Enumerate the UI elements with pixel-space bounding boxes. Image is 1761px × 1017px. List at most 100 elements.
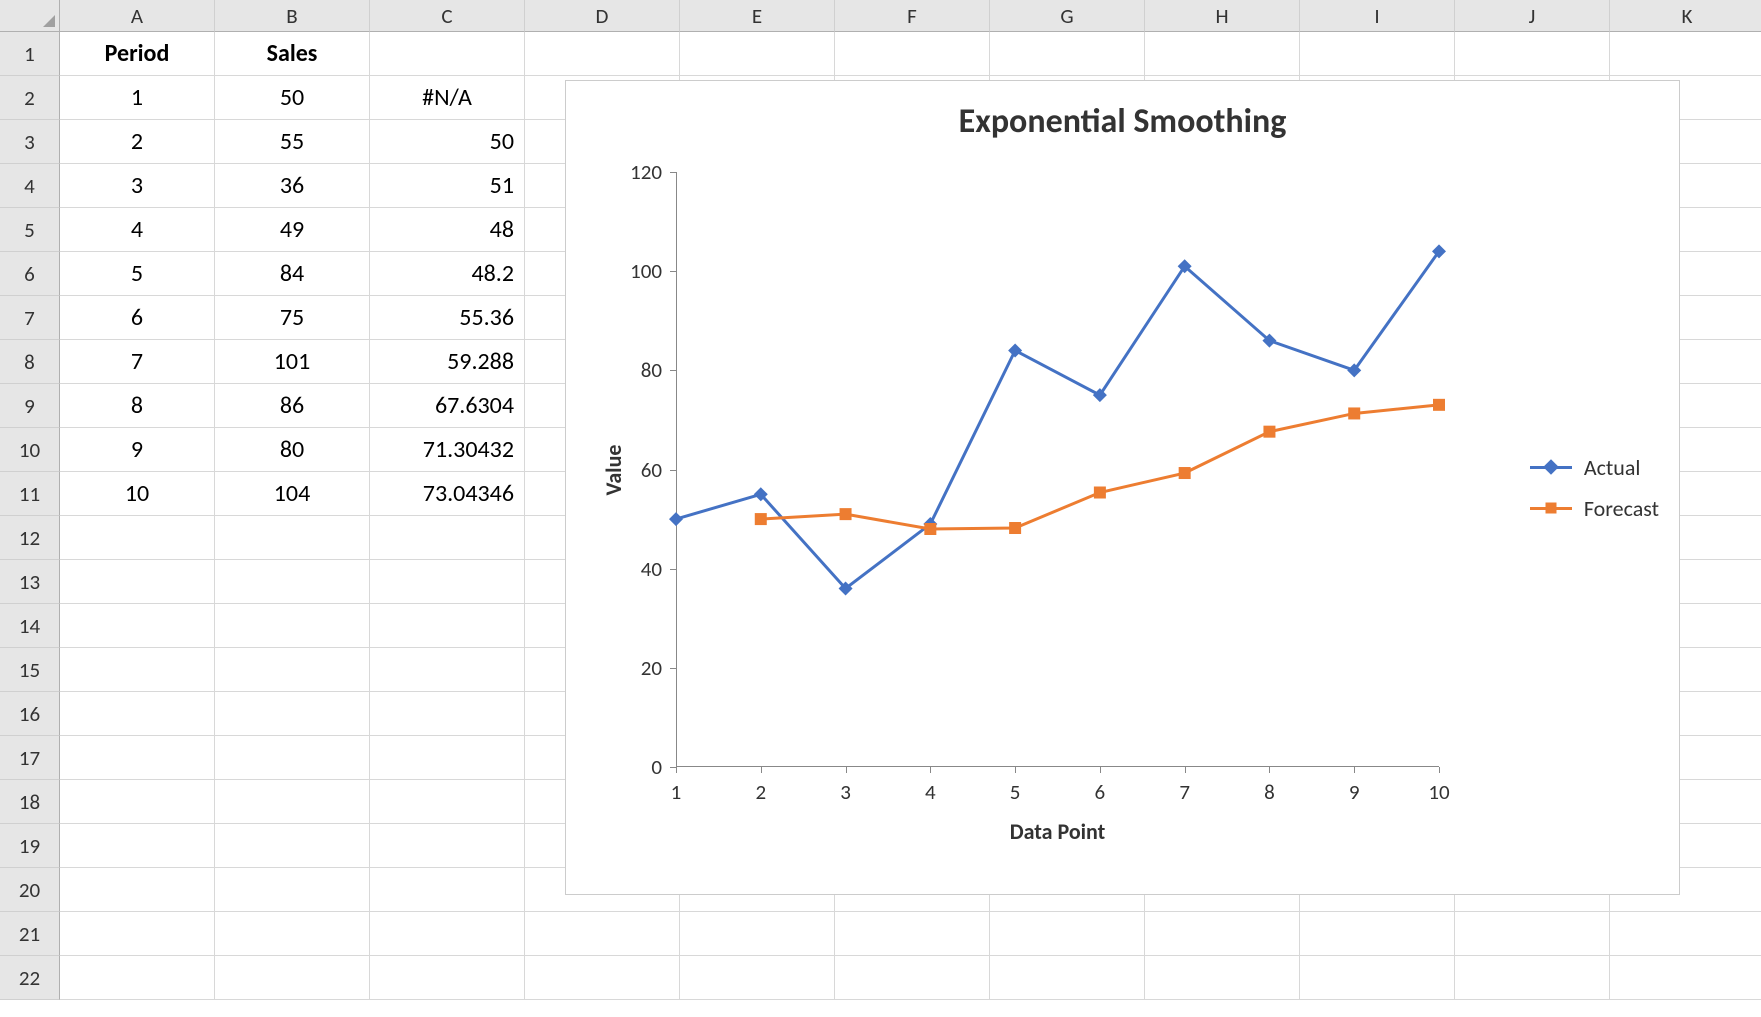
cell-E22[interactable] bbox=[680, 956, 835, 1000]
cell-K1[interactable] bbox=[1610, 32, 1761, 76]
cell-C11[interactable]: 73.04346 bbox=[370, 472, 525, 516]
cell-B7[interactable]: 75 bbox=[215, 296, 370, 340]
cell-C15[interactable] bbox=[370, 648, 525, 692]
cell-A19[interactable] bbox=[60, 824, 215, 868]
row-header-22[interactable]: 22 bbox=[0, 956, 60, 1000]
cell-B13[interactable] bbox=[215, 560, 370, 604]
cell-C4[interactable]: 51 bbox=[370, 164, 525, 208]
cell-G21[interactable] bbox=[990, 912, 1145, 956]
cell-C8[interactable]: 59.288 bbox=[370, 340, 525, 384]
cell-C18[interactable] bbox=[370, 780, 525, 824]
cell-C10[interactable]: 71.30432 bbox=[370, 428, 525, 472]
cell-C12[interactable] bbox=[370, 516, 525, 560]
cell-J1[interactable] bbox=[1455, 32, 1610, 76]
cell-D21[interactable] bbox=[525, 912, 680, 956]
row-header-12[interactable]: 12 bbox=[0, 516, 60, 560]
col-header-J[interactable]: J bbox=[1455, 0, 1610, 32]
row-header-10[interactable]: 10 bbox=[0, 428, 60, 472]
cell-A17[interactable] bbox=[60, 736, 215, 780]
cell-A20[interactable] bbox=[60, 868, 215, 912]
cell-C19[interactable] bbox=[370, 824, 525, 868]
col-header-H[interactable]: H bbox=[1145, 0, 1300, 32]
cell-A10[interactable]: 9 bbox=[60, 428, 215, 472]
cell-A13[interactable] bbox=[60, 560, 215, 604]
cell-I22[interactable] bbox=[1300, 956, 1455, 1000]
cell-A12[interactable] bbox=[60, 516, 215, 560]
cell-B1[interactable]: Sales bbox=[215, 32, 370, 76]
cell-B20[interactable] bbox=[215, 868, 370, 912]
cell-C16[interactable] bbox=[370, 692, 525, 736]
col-header-C[interactable]: C bbox=[370, 0, 525, 32]
row-header-7[interactable]: 7 bbox=[0, 296, 60, 340]
cell-C22[interactable] bbox=[370, 956, 525, 1000]
row-header-5[interactable]: 5 bbox=[0, 208, 60, 252]
row-header-13[interactable]: 13 bbox=[0, 560, 60, 604]
cell-F22[interactable] bbox=[835, 956, 990, 1000]
row-header-18[interactable]: 18 bbox=[0, 780, 60, 824]
cell-I21[interactable] bbox=[1300, 912, 1455, 956]
cell-B14[interactable] bbox=[215, 604, 370, 648]
cell-B8[interactable]: 101 bbox=[215, 340, 370, 384]
cell-A8[interactable]: 7 bbox=[60, 340, 215, 384]
cell-A14[interactable] bbox=[60, 604, 215, 648]
col-header-G[interactable]: G bbox=[990, 0, 1145, 32]
col-header-K[interactable]: K bbox=[1610, 0, 1761, 32]
cell-B4[interactable]: 36 bbox=[215, 164, 370, 208]
row-header-16[interactable]: 16 bbox=[0, 692, 60, 736]
cell-A5[interactable]: 4 bbox=[60, 208, 215, 252]
row-header-17[interactable]: 17 bbox=[0, 736, 60, 780]
cell-C20[interactable] bbox=[370, 868, 525, 912]
cell-A11[interactable]: 10 bbox=[60, 472, 215, 516]
col-header-B[interactable]: B bbox=[215, 0, 370, 32]
cell-B18[interactable] bbox=[215, 780, 370, 824]
cell-B22[interactable] bbox=[215, 956, 370, 1000]
row-header-3[interactable]: 3 bbox=[0, 120, 60, 164]
cell-H21[interactable] bbox=[1145, 912, 1300, 956]
cell-C17[interactable] bbox=[370, 736, 525, 780]
cell-A21[interactable] bbox=[60, 912, 215, 956]
cell-A3[interactable]: 2 bbox=[60, 120, 215, 164]
cell-I1[interactable] bbox=[1300, 32, 1455, 76]
row-header-21[interactable]: 21 bbox=[0, 912, 60, 956]
cell-A9[interactable]: 8 bbox=[60, 384, 215, 428]
row-header-4[interactable]: 4 bbox=[0, 164, 60, 208]
cell-C1[interactable] bbox=[370, 32, 525, 76]
col-header-D[interactable]: D bbox=[525, 0, 680, 32]
cell-B6[interactable]: 84 bbox=[215, 252, 370, 296]
cell-C6[interactable]: 48.2 bbox=[370, 252, 525, 296]
col-header-A[interactable]: A bbox=[60, 0, 215, 32]
cell-F21[interactable] bbox=[835, 912, 990, 956]
cell-B2[interactable]: 50 bbox=[215, 76, 370, 120]
cell-H22[interactable] bbox=[1145, 956, 1300, 1000]
cell-B11[interactable]: 104 bbox=[215, 472, 370, 516]
cell-A18[interactable] bbox=[60, 780, 215, 824]
row-header-2[interactable]: 2 bbox=[0, 76, 60, 120]
cell-B21[interactable] bbox=[215, 912, 370, 956]
cell-A1[interactable]: Period bbox=[60, 32, 215, 76]
cell-D1[interactable] bbox=[525, 32, 680, 76]
cell-B3[interactable]: 55 bbox=[215, 120, 370, 164]
cell-A2[interactable]: 1 bbox=[60, 76, 215, 120]
cell-B12[interactable] bbox=[215, 516, 370, 560]
cell-C9[interactable]: 67.6304 bbox=[370, 384, 525, 428]
col-header-F[interactable]: F bbox=[835, 0, 990, 32]
chart-exponential-smoothing[interactable]: Exponential Smoothing Value Data Point 0… bbox=[565, 80, 1680, 895]
col-header-I[interactable]: I bbox=[1300, 0, 1455, 32]
cell-D22[interactable] bbox=[525, 956, 680, 1000]
row-header-6[interactable]: 6 bbox=[0, 252, 60, 296]
cell-C14[interactable] bbox=[370, 604, 525, 648]
cell-A4[interactable]: 3 bbox=[60, 164, 215, 208]
row-header-9[interactable]: 9 bbox=[0, 384, 60, 428]
row-header-19[interactable]: 19 bbox=[0, 824, 60, 868]
cell-F1[interactable] bbox=[835, 32, 990, 76]
cell-H1[interactable] bbox=[1145, 32, 1300, 76]
cell-J22[interactable] bbox=[1455, 956, 1610, 1000]
cell-J21[interactable] bbox=[1455, 912, 1610, 956]
select-all-corner[interactable] bbox=[0, 0, 60, 32]
col-header-E[interactable]: E bbox=[680, 0, 835, 32]
cell-G22[interactable] bbox=[990, 956, 1145, 1000]
cell-C5[interactable]: 48 bbox=[370, 208, 525, 252]
cell-C7[interactable]: 55.36 bbox=[370, 296, 525, 340]
cell-B10[interactable]: 80 bbox=[215, 428, 370, 472]
cell-E21[interactable] bbox=[680, 912, 835, 956]
